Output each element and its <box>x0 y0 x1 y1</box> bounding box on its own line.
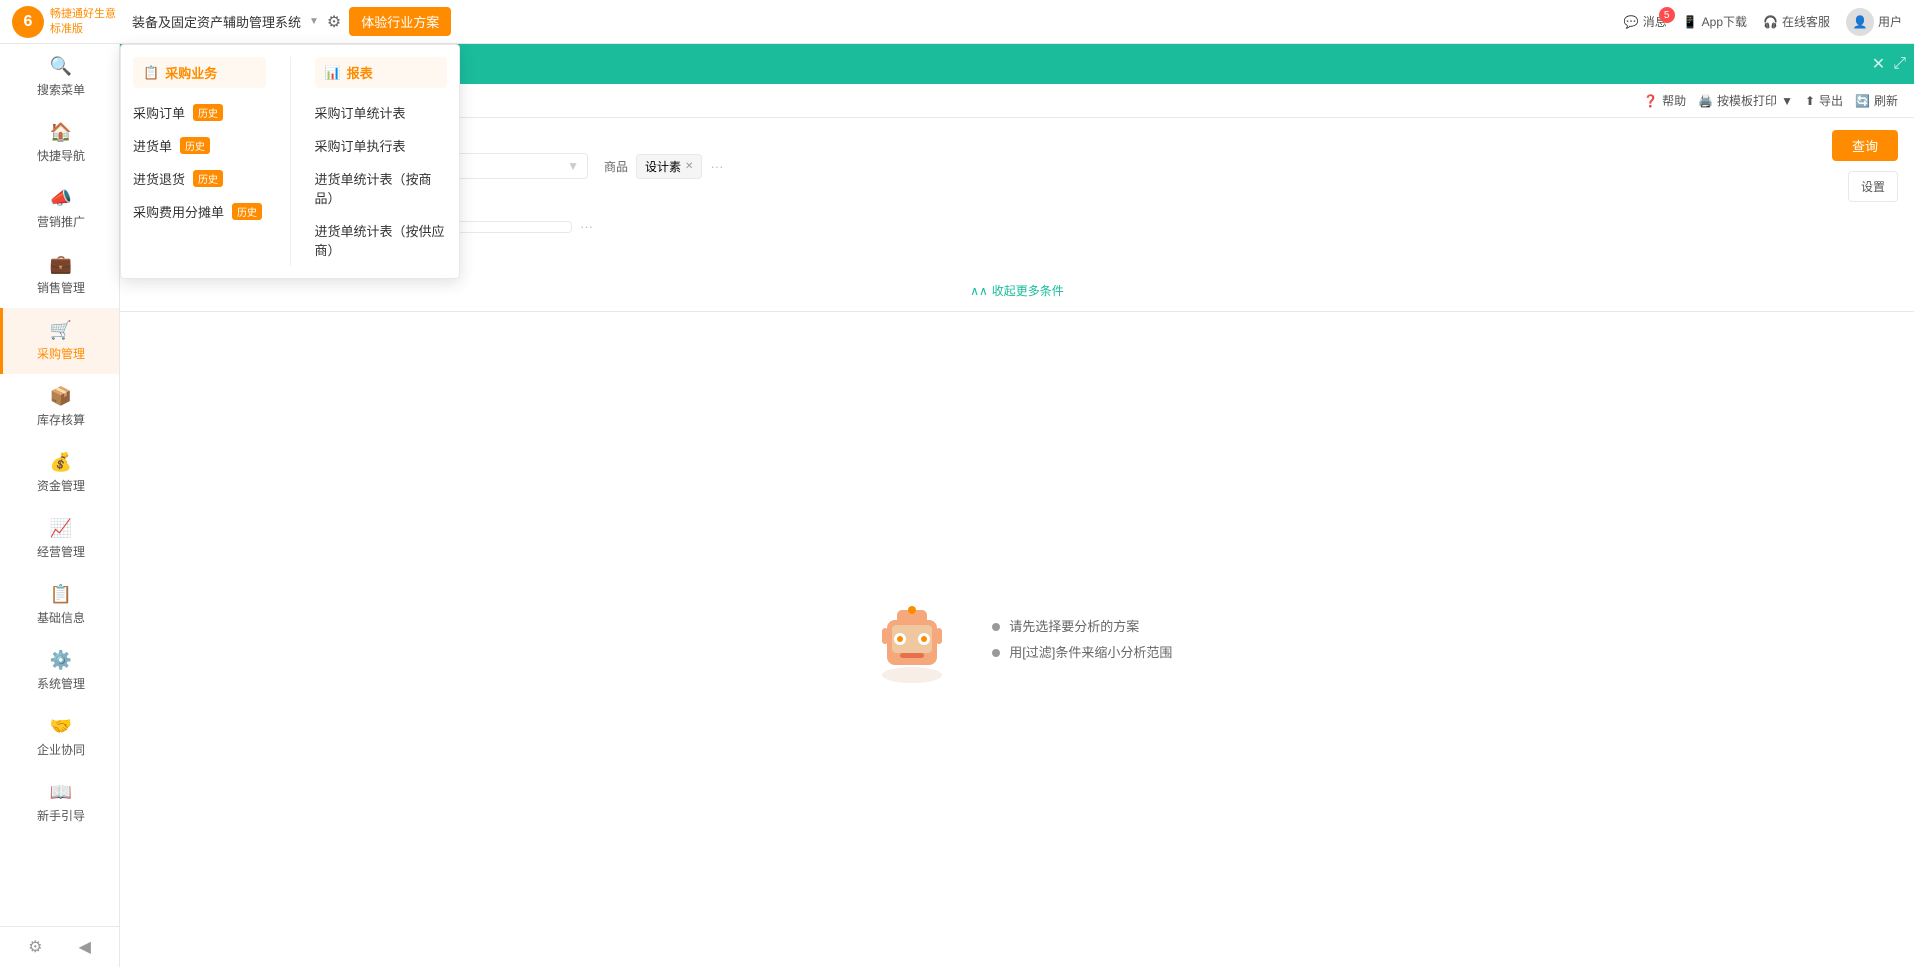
tab-bar-close: ✕ ⤢ <box>1872 54 1906 74</box>
home-icon: 🏠 <box>50 122 72 143</box>
sidebar-items: 🔍 搜索菜单 🏠 快捷导航 📣 营销推广 💼 销售管理 🛒 采购管理 📦 <box>0 44 119 836</box>
sidebar-item-sales[interactable]: 💼 销售管理 <box>0 242 119 308</box>
sidebar-item-system[interactable]: ⚙️ 系统管理 <box>0 638 119 704</box>
salesperson-more-dots[interactable]: ··· <box>580 219 593 234</box>
sidebar-item-finance[interactable]: 💰 资金管理 <box>0 440 119 506</box>
menu-section-report: 📊 报表 采购订单统计表 采购订单执行表 进货单统计表（按商品） 进货单统计表（… <box>315 57 448 266</box>
section1-header: 📋 采购业务 <box>133 57 266 88</box>
fee-badge: 历史 <box>232 203 262 220</box>
collapse-btn[interactable]: ∧∧ 收起更多条件 <box>970 282 1064 299</box>
empty-illustration <box>862 590 962 690</box>
menu-divider <box>290 57 291 266</box>
export-btn[interactable]: ⬆ 导出 <box>1805 92 1843 109</box>
menu-item-inbound-stats-supplier[interactable]: 进货单统计表（按供应商） <box>315 214 448 266</box>
sidebar-item-nav[interactable]: 🏠 快捷导航 <box>0 110 119 176</box>
message-btn[interactable]: 💬 消息 5 <box>1624 13 1667 30</box>
message-badge: 5 <box>1659 7 1675 23</box>
menu-item-inbound-stats-goods[interactable]: 进货单统计表（按商品） <box>315 162 448 214</box>
sidebar-item-operations[interactable]: 📈 经营管理 <box>0 506 119 572</box>
enterprise-icon: 🤝 <box>50 716 72 737</box>
sidebar-item-search[interactable]: 🔍 搜索菜单 <box>0 44 119 110</box>
help-icon: ❓ <box>1643 94 1658 108</box>
sidebar: 🔍 搜索菜单 🏠 快捷导航 📣 营销推广 💼 销售管理 🛒 采购管理 📦 <box>0 44 120 967</box>
hint-1: 请先选择要分析的方案 <box>992 614 1173 640</box>
section2-header: 📊 报表 <box>315 57 448 88</box>
menu-item-order-exec[interactable]: 采购订单执行表 <box>315 129 448 162</box>
message-icon: 💬 <box>1624 15 1639 29</box>
top-bar-right: 💬 消息 5 📱 App下载 🎧 在线客服 👤 用户 <box>1624 8 1902 36</box>
top-bar: 6 畅捷通好生意 标准版 装备及固定资产辅助管理系统 ▼ ⚙ 体验行业方案 💬 … <box>0 0 1914 44</box>
empty-state: 请先选择要分析的方案 用[过滤]条件来缩小分析范围 <box>120 312 1914 967</box>
collapse-up-icon: ∧∧ <box>970 284 988 298</box>
maximize-icon[interactable]: ⤢ <box>1893 55 1906 73</box>
export-icon: ⬆ <box>1805 94 1815 108</box>
sidebar-item-marketing[interactable]: 📣 营销推广 <box>0 176 119 242</box>
hint-2: 用[过滤]条件来缩小分析范围 <box>992 640 1173 666</box>
industry-btn[interactable]: 体验行业方案 <box>349 7 451 36</box>
search-icon: 🔍 <box>50 56 72 77</box>
setting-btn[interactable]: 设置 <box>1848 171 1898 202</box>
top-bar-center: 装备及固定资产辅助管理系统 ▼ ⚙ 体验行业方案 <box>132 7 1624 36</box>
close-window-icon[interactable]: ✕ <box>1872 54 1885 74</box>
goods-tag: 设计素 ✕ <box>636 154 702 179</box>
menu-item-return[interactable]: 进货退货 历史 <box>133 162 266 195</box>
menu-item-purchase-order[interactable]: 采购订单 历史 <box>133 96 266 129</box>
refresh-icon: 🔄 <box>1855 94 1870 108</box>
purchase-section-icon: 📋 <box>143 65 159 81</box>
sales-icon: 💼 <box>50 254 72 275</box>
inventory-icon: 📦 <box>50 386 72 407</box>
purchase-order-badge: 历史 <box>193 104 223 121</box>
menu-item-inbound[interactable]: 进货单 历史 <box>133 129 266 162</box>
collapse-row: ∧∧ 收起更多条件 <box>136 278 1898 299</box>
app-download-btn[interactable]: 📱 App下载 <box>1683 13 1747 30</box>
logo-area: 6 畅捷通好生意 标准版 <box>12 6 132 38</box>
purchase-dropdown-menu: 📋 采购业务 采购订单 历史 进货单 历史 进货退货 历史 采购费用分摊单 历史… <box>120 44 460 279</box>
settings-bottom-icon[interactable]: ⚙ <box>28 937 42 957</box>
return-badge: 历史 <box>193 170 223 187</box>
menu-item-fee[interactable]: 采购费用分摊单 历史 <box>133 195 266 228</box>
sidebar-item-enterprise[interactable]: 🤝 企业协同 <box>0 704 119 770</box>
print-btn[interactable]: 🖨️ 按模板打印 ▼ <box>1698 92 1793 109</box>
headset-icon: 🎧 <box>1763 15 1778 29</box>
sidebar-item-guide[interactable]: 📖 新手引导 <box>0 770 119 836</box>
goods-more-dots[interactable]: ··· <box>710 159 723 174</box>
goods-tag-remove[interactable]: ✕ <box>685 161 693 172</box>
menu-section-purchase: 📋 采购业务 采购订单 历史 进货单 历史 进货退货 历史 采购费用分摊单 历史 <box>133 57 266 266</box>
report-section-icon: 📊 <box>325 65 341 81</box>
megaphone-icon: 📣 <box>50 188 72 209</box>
phone-icon: 📱 <box>1683 15 1698 29</box>
print-dropdown-icon[interactable]: ▼ <box>1781 94 1793 108</box>
menu-item-order-stats[interactable]: 采购订单统计表 <box>315 96 448 129</box>
settings-icon[interactable]: ⚙ <box>327 12 341 32</box>
system-dropdown-arrow[interactable]: ▼ <box>309 16 319 27</box>
sidebar-item-purchase[interactable]: 🛒 采购管理 <box>0 308 119 374</box>
finance-icon: 💰 <box>50 452 72 473</box>
sidebar-item-inventory[interactable]: 📦 库存核算 <box>0 374 119 440</box>
goods-filter: 商品 设计素 ✕ ··· <box>604 154 723 179</box>
right-action-btns: 查询 设置 <box>1832 130 1898 202</box>
guide-icon: 📖 <box>50 782 72 803</box>
purchase-icon: 🛒 <box>50 320 72 341</box>
help-btn[interactable]: ❓ 帮助 <box>1643 92 1686 109</box>
refresh-btn[interactable]: 🔄 刷新 <box>1855 92 1898 109</box>
print-icon: 🖨️ <box>1698 94 1713 108</box>
inbound-badge: 历史 <box>180 137 210 154</box>
operations-icon: 📈 <box>50 518 72 539</box>
system-icon: ⚙️ <box>50 650 72 671</box>
collapse-sidebar-icon[interactable]: ◀ <box>79 937 91 957</box>
sidebar-item-basic[interactable]: 📋 基础信息 <box>0 572 119 638</box>
robot-svg <box>862 590 962 690</box>
online-service-btn[interactable]: 🎧 在线客服 <box>1763 13 1830 30</box>
query-btn[interactable]: 查询 <box>1832 130 1898 161</box>
sidebar-bottom: ⚙ ◀ <box>0 926 119 967</box>
user-btn[interactable]: 👤 用户 <box>1846 8 1902 36</box>
avatar: 👤 <box>1846 8 1874 36</box>
empty-hints: 请先选择要分析的方案 用[过滤]条件来缩小分析范围 <box>992 614 1173 666</box>
basic-icon: 📋 <box>50 584 72 605</box>
logo-icon: 6 <box>12 6 44 38</box>
logo-text: 畅捷通好生意 标准版 <box>50 7 116 36</box>
empty-content: 请先选择要分析的方案 用[过滤]条件来缩小分析范围 <box>862 590 1173 690</box>
system-title: 装备及固定资产辅助管理系统 <box>132 12 301 31</box>
